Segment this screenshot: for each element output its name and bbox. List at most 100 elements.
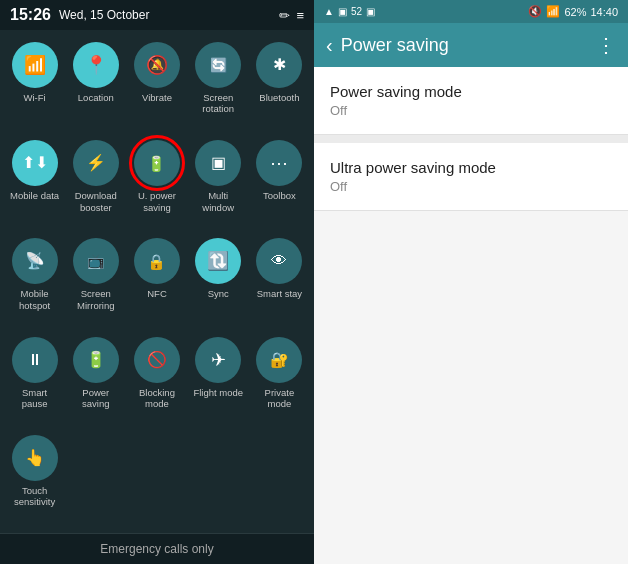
qs-smart-pause[interactable]: ⏸ Smart pause (6, 333, 63, 427)
qs-mirroring-label: Screen Mirroring (69, 288, 122, 311)
right-status-right: 🔇 📶 62% 14:40 (528, 5, 618, 18)
hotspot-icon: 📡 (25, 253, 45, 269)
qs-touch-sensitivity[interactable]: 👆 Touch sensitivity (6, 431, 63, 525)
qs-location[interactable]: 📍 Location (67, 38, 124, 132)
download-icon: ⚡ (86, 155, 106, 171)
smart-pause-icon: ⏸ (27, 352, 43, 368)
touch-icon: 👆 (25, 450, 45, 466)
quick-settings-grid: 📶 Wi-Fi 📍 Location 🔕 Vibrate 🔄 Screen ro… (0, 30, 314, 533)
qs-download-booster[interactable]: ⚡ Download booster (67, 136, 124, 230)
smart-stay-icon: 👁 (271, 253, 287, 269)
qs-blocking-mode[interactable]: 🚫 Blocking mode (128, 333, 185, 427)
right-battery: 62% (564, 6, 586, 18)
qs-mobile-hotspot[interactable]: 📡 Mobile hotspot (6, 234, 63, 328)
qs-nfc-label: NFC (147, 288, 167, 299)
back-button[interactable]: ‹ (326, 34, 333, 57)
right-panel: ▲ ▣ 52 ▣ 🔇 📶 62% 14:40 ‹ Power saving ⋮ … (314, 0, 628, 564)
qs-bluetooth[interactable]: ✱ Bluetooth (251, 38, 308, 132)
qs-toolbox[interactable]: ⋯ Toolbox (251, 136, 308, 230)
qs-smart-pause-label: Smart pause (8, 387, 61, 410)
qs-toolbox-circle: ⋯ (256, 140, 302, 186)
qs-smart-stay[interactable]: 👁 Smart stay (251, 234, 308, 328)
mirroring-icon: 📺 (87, 254, 104, 268)
ultra-power-saving-title: Ultra power saving mode (330, 159, 612, 176)
qs-multi-window-label: Multi window (192, 190, 245, 213)
qs-power-saving[interactable]: 🔋 Power saving (67, 333, 124, 427)
right-page-title: Power saving (341, 35, 588, 56)
qs-screen-mirroring[interactable]: 📺 Screen Mirroring (67, 234, 124, 328)
qs-multi-window[interactable]: ▣ Multi window (190, 136, 247, 230)
private-mode-icon: 🔐 (270, 352, 289, 367)
emergency-text: Emergency calls only (100, 542, 213, 556)
flight-icon: ✈ (211, 351, 226, 369)
qs-mobile-data[interactable]: ⬆⬇ Mobile data (6, 136, 63, 230)
qs-screen-rotation[interactable]: 🔄 Screen rotation (190, 38, 247, 132)
edit-icon: ✏ (279, 8, 290, 23)
qs-sync-label: Sync (208, 288, 229, 299)
signal-icon: ▣ (366, 6, 375, 17)
ultra-power-saving-value: Off (330, 179, 612, 194)
ultra-power-saving-mode-item[interactable]: Ultra power saving mode Off (314, 143, 628, 211)
qs-location-circle: 📍 (73, 42, 119, 88)
qs-sync[interactable]: 🔃 Sync (190, 234, 247, 328)
qs-private-mode[interactable]: 🔐 Private mode (251, 333, 308, 427)
power-saving-mode-value: Off (330, 103, 612, 118)
u-power-saving-icon: 🔋 (147, 156, 166, 171)
blocking-icon: 🚫 (147, 352, 167, 368)
status-time: 15:26 (10, 6, 51, 24)
qs-private-circle: 🔐 (256, 337, 302, 383)
wifi-signal-icon: 📶 (546, 5, 560, 18)
qs-rotation-circle: 🔄 (195, 42, 241, 88)
qs-vibrate-label: Vibrate (142, 92, 172, 103)
right-time: 14:40 (590, 6, 618, 18)
qs-mirroring-circle: 📺 (73, 238, 119, 284)
qs-wifi-circle: 📶 (12, 42, 58, 88)
qs-multi-window-circle: ▣ (195, 140, 241, 186)
right-content: Power saving mode Off Ultra power saving… (314, 67, 628, 564)
qs-u-power-circle: 🔋 (134, 140, 180, 186)
right-header: ‹ Power saving ⋮ (314, 23, 628, 67)
emergency-bar: Emergency calls only (0, 533, 314, 564)
settings-divider (314, 135, 628, 143)
more-options-button[interactable]: ⋮ (596, 33, 616, 57)
bluetooth-icon: ✱ (273, 57, 286, 73)
qs-flight-circle: ✈ (195, 337, 241, 383)
power-saving-mode-item[interactable]: Power saving mode Off (314, 67, 628, 135)
qs-nfc[interactable]: 🔒 NFC (128, 234, 185, 328)
multi-window-icon: ▣ (211, 155, 226, 171)
qs-hotspot-circle: 📡 (12, 238, 58, 284)
left-status-bar: 15:26 Wed, 15 October ✏ ≡ (0, 0, 314, 30)
warning-icon: ▲ (324, 6, 334, 17)
qs-flight-mode[interactable]: ✈ Flight mode (190, 333, 247, 427)
qs-smart-stay-circle: 👁 (256, 238, 302, 284)
vibrate-icon: 🔕 (146, 56, 168, 74)
qs-rotation-label: Screen rotation (192, 92, 245, 115)
menu-icon: ≡ (296, 8, 304, 23)
right-status-icons: ▲ ▣ 52 ▣ (324, 6, 375, 17)
qs-toolbox-label: Toolbox (263, 190, 296, 201)
qs-mobile-data-circle: ⬆⬇ (12, 140, 58, 186)
qs-vibrate[interactable]: 🔕 Vibrate (128, 38, 185, 132)
qs-power-saving-circle: 🔋 (73, 337, 119, 383)
status-date: Wed, 15 October (59, 8, 150, 22)
rotation-icon: 🔄 (210, 58, 227, 72)
power-saving-mode-title: Power saving mode (330, 83, 612, 100)
qs-private-label: Private mode (253, 387, 306, 410)
qs-u-power-label: U. power saving (130, 190, 183, 213)
mute-icon: 🔇 (528, 5, 542, 18)
qs-u-power-saving[interactable]: 🔋 U. power saving (128, 136, 185, 230)
qs-sync-circle: 🔃 (195, 238, 241, 284)
qs-power-saving-label: Power saving (69, 387, 122, 410)
mobile-data-icon: ⬆⬇ (22, 155, 48, 171)
qs-bluetooth-label: Bluetooth (259, 92, 299, 103)
qs-touch-circle: 👆 (12, 435, 58, 481)
sim-icon: ▣ (338, 6, 347, 17)
qs-wifi[interactable]: 📶 Wi-Fi (6, 38, 63, 132)
qs-download-label: Download booster (69, 190, 122, 213)
qs-blocking-label: Blocking mode (130, 387, 183, 410)
left-panel: 15:26 Wed, 15 October ✏ ≡ 📶 Wi-Fi 📍 Loca… (0, 0, 314, 564)
qs-touch-label: Touch sensitivity (8, 485, 61, 508)
qs-vibrate-circle: 🔕 (134, 42, 180, 88)
qs-mobile-data-label: Mobile data (10, 190, 59, 201)
battery-percent: 52 (351, 6, 362, 17)
